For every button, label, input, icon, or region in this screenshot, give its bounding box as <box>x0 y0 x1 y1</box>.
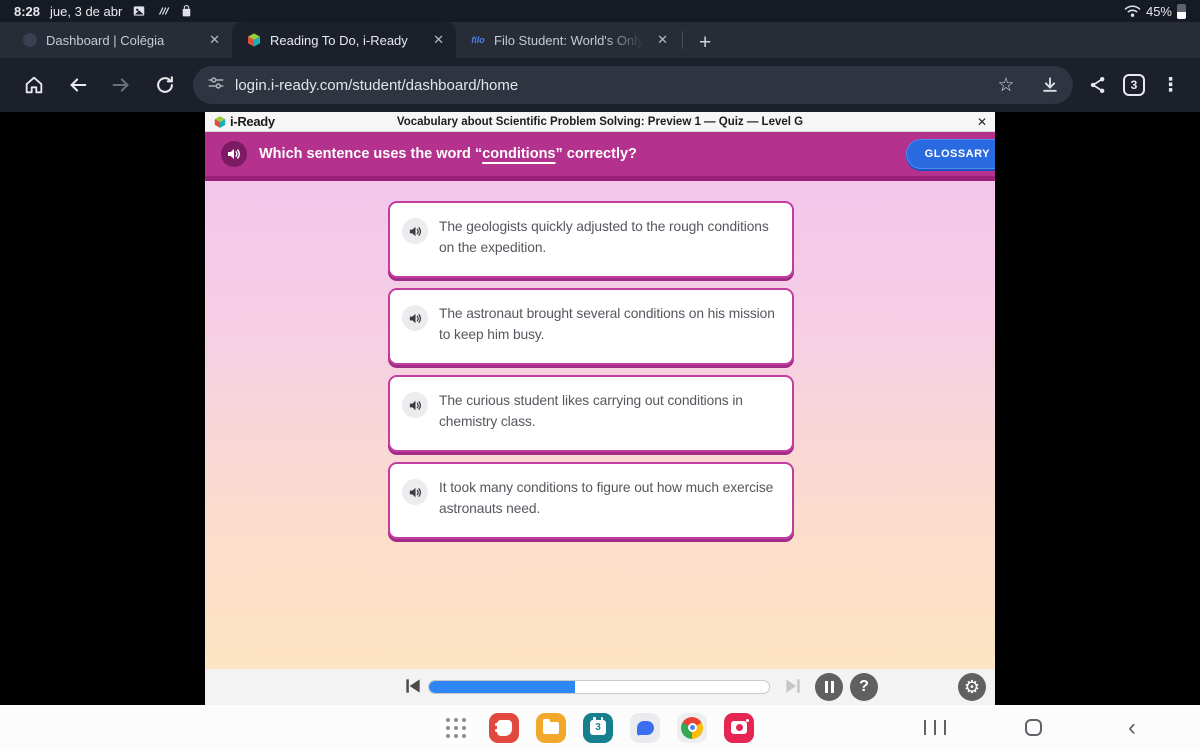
status-bar: 8:28 jue, 3 de abr 45% <box>0 0 1200 22</box>
reload-button[interactable] <box>145 65 185 105</box>
date-label: jue, 3 de abr <box>50 3 123 19</box>
answer-audio-button[interactable] <box>402 392 428 418</box>
samsung-notes-app-icon[interactable] <box>489 712 519 743</box>
iready-favicon <box>246 32 262 48</box>
site-controls-icon[interactable] <box>207 74 225 97</box>
answer-area: The geologists quickly adjusted to the r… <box>205 181 995 669</box>
help-button[interactable]: ? <box>850 673 878 701</box>
quiz-close-icon[interactable]: ✕ <box>977 112 987 132</box>
answer-text: The curious student likes carrying out c… <box>439 393 743 430</box>
app-drawer-button[interactable] <box>446 717 466 738</box>
my-files-app-icon[interactable] <box>536 712 566 743</box>
answer-audio-button[interactable] <box>402 218 428 244</box>
answer-text: The astronaut brought several conditions… <box>439 306 775 343</box>
answer-option-2[interactable]: The astronaut brought several conditions… <box>388 288 794 365</box>
back-button[interactable] <box>58 65 98 105</box>
tab-title: Reading To Do, i-Ready <box>270 32 408 48</box>
browser-toolbar: login.i-ready.com/student/dashboard/home… <box>0 58 1200 112</box>
glossary-button[interactable]: GLOSSARY <box>905 139 995 169</box>
browser-menu-icon[interactable]: ⋮ <box>1155 74 1186 97</box>
tab-dashboard-colegia[interactable]: Dashboard | Colēgia ✕ <box>8 22 232 58</box>
home-button[interactable] <box>14 65 54 105</box>
messages-app-icon[interactable] <box>630 712 660 743</box>
filo-favicon: filo <box>471 35 485 45</box>
calendar-app-icon[interactable]: 3 <box>583 712 613 743</box>
tab-divider <box>682 31 683 49</box>
quiz-header: i-Ready Vocabulary about Scientific Prob… <box>205 112 995 132</box>
question-keyword: conditions <box>482 146 556 162</box>
answer-audio-button[interactable] <box>402 479 428 505</box>
bag-notification-icon <box>180 4 193 18</box>
wifi-icon <box>1124 4 1141 18</box>
colegia-favicon <box>22 32 38 48</box>
question-bar: Which sentence uses the word “conditions… <box>205 132 995 181</box>
close-tab-icon[interactable]: ✕ <box>207 32 222 48</box>
settings-gear-button[interactable]: ⚙ <box>958 673 986 701</box>
new-tab-button[interactable]: + <box>689 31 721 55</box>
skip-forward-button[interactable] <box>783 676 803 701</box>
bookmark-star-icon[interactable]: ☆ <box>989 68 1023 102</box>
answer-option-4[interactable]: It took many conditions to figure out ho… <box>388 462 794 539</box>
answer-text: The geologists quickly adjusted to the r… <box>439 219 769 256</box>
tab-title: Dashboard | Colēgia <box>46 32 165 48</box>
recents-button[interactable] <box>922 705 948 750</box>
url-text[interactable]: login.i-ready.com/student/dashboard/home <box>235 77 979 94</box>
question-audio-button[interactable] <box>221 141 247 167</box>
back-nav-button[interactable]: ‹ <box>1128 705 1136 750</box>
pause-button[interactable] <box>815 673 843 701</box>
iready-quiz-window: i-Ready Vocabulary about Scientific Prob… <box>205 112 995 705</box>
tab-title: Filo Student: World's Only <box>494 32 644 48</box>
device-screen: 8:28 jue, 3 de abr 45% Dashboard | Colēg… <box>0 0 1200 750</box>
screenshot-notification-icon <box>132 4 146 18</box>
clock: 8:28 <box>14 3 41 19</box>
camera-app-icon[interactable] <box>724 712 754 743</box>
chrome-app-icon[interactable] <box>677 712 707 743</box>
address-bar[interactable]: login.i-ready.com/student/dashboard/home… <box>193 66 1073 104</box>
page-content: i-Ready Vocabulary about Scientific Prob… <box>0 112 1200 705</box>
status-left: 8:28 jue, 3 de abr <box>14 4 193 19</box>
answer-audio-button[interactable] <box>402 305 428 331</box>
close-tab-icon[interactable]: ✕ <box>655 32 670 48</box>
answer-option-3[interactable]: The curious student likes carrying out c… <box>388 375 794 452</box>
answer-option-1[interactable]: The geologists quickly adjusted to the r… <box>388 201 794 278</box>
close-tab-icon[interactable]: ✕ <box>431 32 446 48</box>
pen-notification-icon <box>156 4 170 18</box>
battery-percent: 45% <box>1145 3 1172 19</box>
status-right: 45% <box>1124 3 1186 19</box>
download-icon[interactable] <box>1033 68 1067 102</box>
answer-text: It took many conditions to figure out ho… <box>439 480 774 517</box>
browser-tab-strip: Dashboard | Colēgia ✕ Reading To Do, i-R… <box>0 22 1200 58</box>
audio-progress-fill <box>429 681 576 693</box>
quiz-title: Vocabulary about Scientific Problem Solv… <box>396 115 804 128</box>
tab-switcher-button[interactable]: 3 <box>1123 74 1145 96</box>
audio-player-bar: ? ⚙ <box>205 669 995 705</box>
android-nav-keys: ‹ <box>870 705 1200 750</box>
forward-button[interactable] <box>102 65 142 105</box>
question-text: Which sentence uses the word “conditions… <box>259 146 637 162</box>
home-nav-button[interactable] <box>1025 705 1042 750</box>
audio-progress-bar[interactable] <box>428 680 770 694</box>
toolbar-right: 3 ⋮ <box>1083 65 1186 105</box>
tab-filo-student[interactable]: filo Filo Student: World's Only ✕ <box>456 22 680 58</box>
tab-iready-active[interactable]: Reading To Do, i-Ready ✕ <box>232 22 456 58</box>
share-icon[interactable] <box>1083 65 1113 105</box>
skip-back-button[interactable] <box>403 676 423 701</box>
battery-icon <box>1177 3 1186 19</box>
